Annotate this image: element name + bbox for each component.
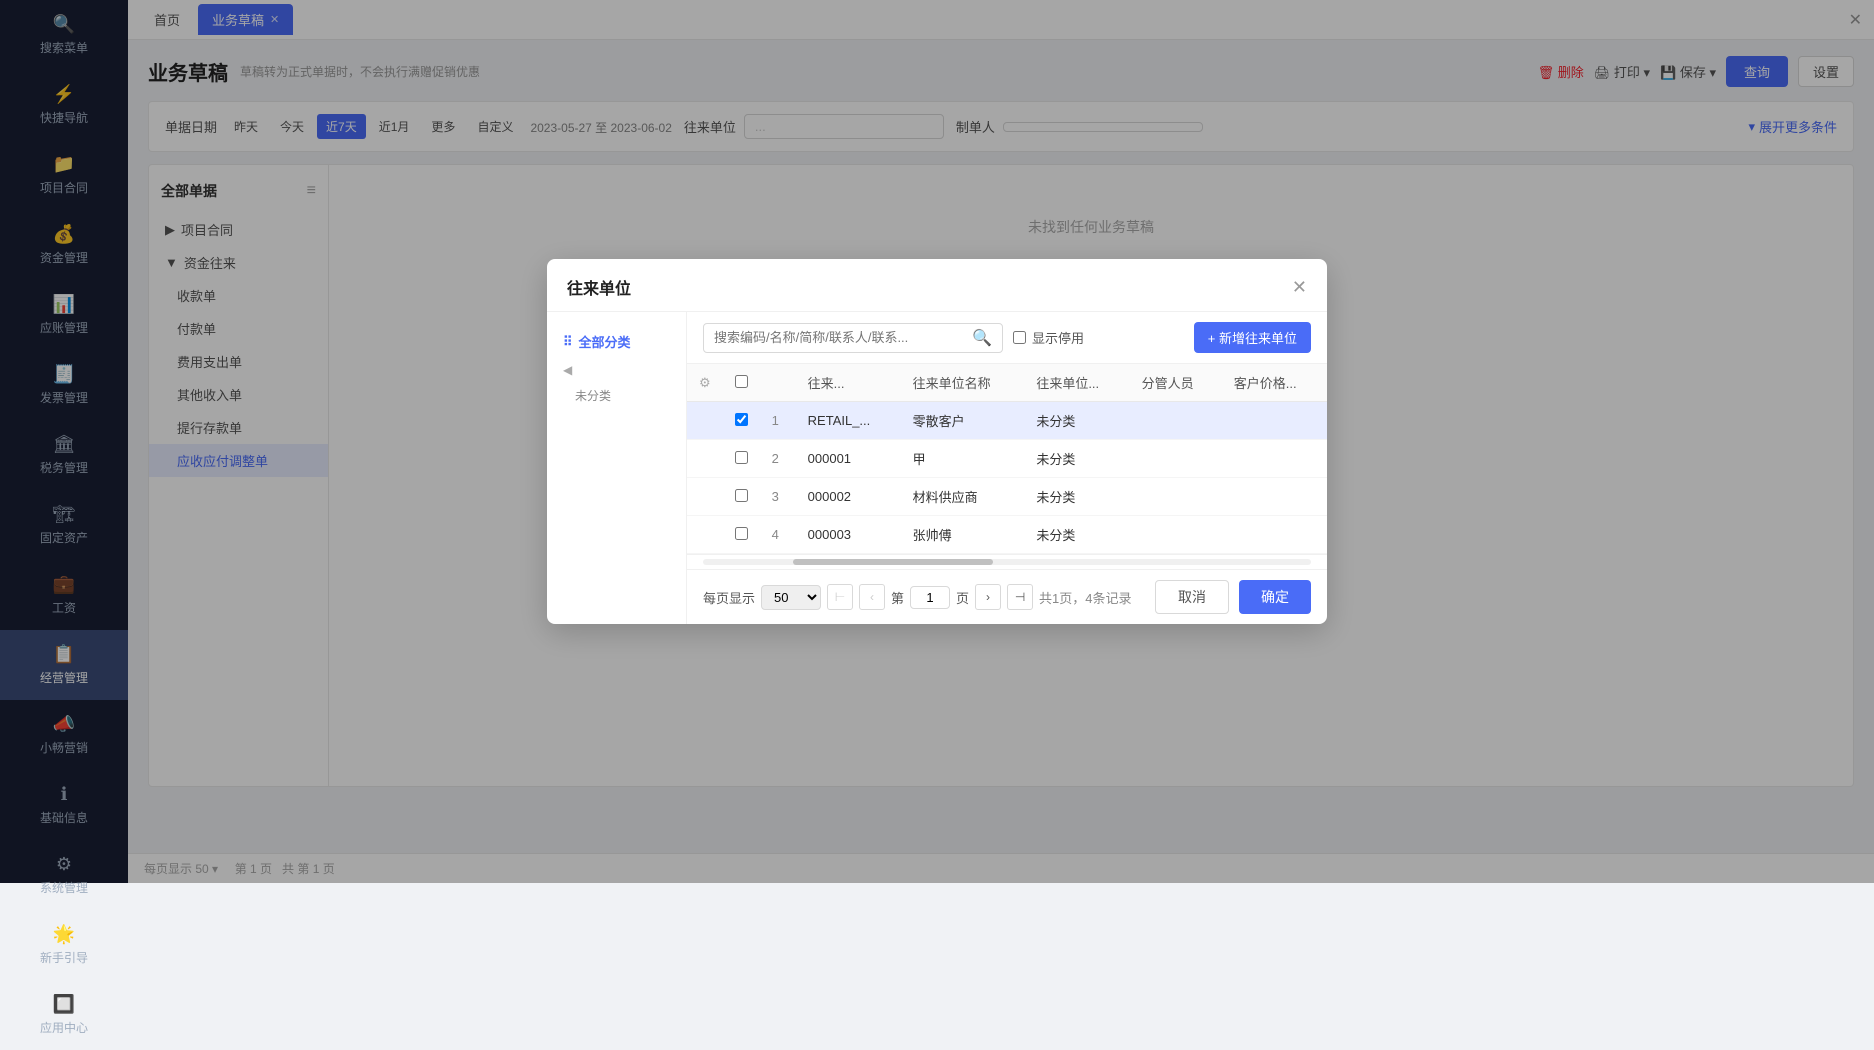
new-guide-icon: 🌟: [53, 924, 75, 945]
row-manager: [1130, 516, 1222, 554]
page-size-select[interactable]: 50 20 100: [761, 585, 821, 610]
show-disabled-check[interactable]: 显示停用: [1013, 328, 1084, 347]
row-name: 甲: [901, 440, 1025, 478]
col-manager-header[interactable]: 分管人员: [1130, 364, 1222, 402]
cancel-button[interactable]: 取消: [1155, 580, 1229, 614]
modal-right: 🔍 显示停用 + 新增往来单位 ⚙: [687, 312, 1327, 624]
row-num: 2: [760, 440, 796, 478]
row-manager: [1130, 402, 1222, 440]
col-check-header[interactable]: [723, 364, 760, 402]
col-num-header: [760, 364, 796, 402]
show-disabled-label: 显示停用: [1032, 328, 1084, 347]
col-settings-header[interactable]: ⚙: [687, 364, 723, 402]
page-total: 共1页，4条记录: [1039, 588, 1131, 607]
show-disabled-checkbox[interactable]: [1013, 331, 1026, 344]
row-check[interactable]: [723, 516, 760, 554]
modal-overlay[interactable]: 往来单位 ✕ ⠿ 全部分类 ◀ 未分类: [0, 0, 1874, 883]
scrollbar-area: [687, 554, 1327, 569]
row-name: 张帅傅: [901, 516, 1025, 554]
modal-close-button[interactable]: ✕: [1292, 277, 1307, 298]
row-category: 未分类: [1024, 516, 1129, 554]
row-check[interactable]: [723, 402, 760, 440]
page-label: 第: [891, 588, 904, 607]
app-center-icon: 🔲: [53, 994, 75, 1015]
scrollbar-track: [703, 559, 1311, 565]
row-num: 4: [760, 516, 796, 554]
table-row[interactable]: 3 000002 材料供应商 未分类: [687, 478, 1327, 516]
modal-header: 往来单位 ✕: [547, 259, 1327, 312]
col-price-header[interactable]: 客户价格...: [1222, 364, 1327, 402]
next-page-button[interactable]: ›: [975, 584, 1001, 610]
row-price: [1222, 402, 1327, 440]
sidebar-item-label: 新手引导: [40, 949, 88, 966]
modal-footer: 每页显示 50 20 100 ⊢ ‹ 第 页 › ⊣ 共1页，4条记录: [687, 569, 1327, 624]
row-price: [1222, 440, 1327, 478]
row-name: 材料供应商: [901, 478, 1025, 516]
first-page-button[interactable]: ⊢: [827, 584, 853, 610]
row-code: 000003: [796, 516, 901, 554]
collapse-icon: ◀: [563, 363, 572, 377]
table-row[interactable]: 1 RETAIL_... 零散客户 未分类: [687, 402, 1327, 440]
row-code: 000002: [796, 478, 901, 516]
modal-table: ⚙ 往来... 往来单位名称 往来单位...: [687, 364, 1327, 554]
modal-body: ⠿ 全部分类 ◀ 未分类 🔍: [547, 312, 1327, 624]
row-category: 未分类: [1024, 440, 1129, 478]
confirm-button[interactable]: 确定: [1239, 580, 1311, 614]
page-input[interactable]: [910, 586, 950, 609]
sidebar-item-label: 应用中心: [40, 1019, 88, 1036]
search-icon: 🔍: [972, 328, 992, 348]
grid-icon: ⠿: [563, 334, 573, 350]
sidebar-item-app-center[interactable]: 🔲 应用中心: [0, 980, 128, 1050]
row-name: 零散客户: [901, 402, 1025, 440]
prev-page-button[interactable]: ‹: [859, 584, 885, 610]
sidebar-item-new-guide[interactable]: 🌟 新手引导: [0, 910, 128, 980]
row-code: RETAIL_...: [796, 402, 901, 440]
row-settings: [687, 516, 723, 554]
modal-left-nav: ⠿ 全部分类 ◀ 未分类: [547, 312, 687, 624]
scrollbar-thumb[interactable]: [793, 559, 993, 565]
row-price: [1222, 516, 1327, 554]
row-price: [1222, 478, 1327, 516]
table-row[interactable]: 2 000001 甲 未分类: [687, 440, 1327, 478]
table-body: 1 RETAIL_... 零散客户 未分类 2: [687, 402, 1327, 554]
row-code: 000001: [796, 440, 901, 478]
page-size-label: 每页显示: [703, 588, 755, 607]
partner-table: ⚙ 往来... 往来单位名称 往来单位...: [687, 364, 1327, 554]
pagination: 每页显示 50 20 100 ⊢ ‹ 第 页 › ⊣ 共1页，4条记录: [703, 584, 1132, 610]
table-row[interactable]: 4 000003 张帅傅 未分类: [687, 516, 1327, 554]
col-category-header[interactable]: 往来单位...: [1024, 364, 1129, 402]
row-manager: [1130, 478, 1222, 516]
table-header: ⚙ 往来... 往来单位名称 往来单位...: [687, 364, 1327, 402]
col-code-header[interactable]: 往来...: [796, 364, 901, 402]
row-category: 未分类: [1024, 402, 1129, 440]
modal-nav-unclassified[interactable]: 未分类: [547, 381, 686, 410]
row-check[interactable]: [723, 440, 760, 478]
modal-toolbar: 🔍 显示停用 + 新增往来单位: [687, 312, 1327, 364]
col-name-header[interactable]: 往来单位名称: [901, 364, 1025, 402]
row-settings: [687, 440, 723, 478]
partner-modal: 往来单位 ✕ ⠿ 全部分类 ◀ 未分类: [547, 259, 1327, 624]
row-manager: [1130, 440, 1222, 478]
row-category: 未分类: [1024, 478, 1129, 516]
search-input[interactable]: [714, 330, 966, 345]
row-check[interactable]: [723, 478, 760, 516]
modal-actions: 取消 确定: [1155, 580, 1311, 614]
select-all-checkbox[interactable]: [735, 375, 748, 388]
page-text: 页: [956, 588, 969, 607]
search-box[interactable]: 🔍: [703, 323, 1003, 353]
row-settings: [687, 402, 723, 440]
row-num: 3: [760, 478, 796, 516]
modal-title: 往来单位: [567, 275, 631, 299]
modal-nav-all[interactable]: ⠿ 全部分类: [547, 324, 686, 359]
row-settings: [687, 478, 723, 516]
add-partner-button[interactable]: + 新增往来单位: [1194, 322, 1311, 353]
last-page-button[interactable]: ⊣: [1007, 584, 1033, 610]
modal-nav-collapse[interactable]: ◀: [547, 359, 686, 381]
row-num: 1: [760, 402, 796, 440]
